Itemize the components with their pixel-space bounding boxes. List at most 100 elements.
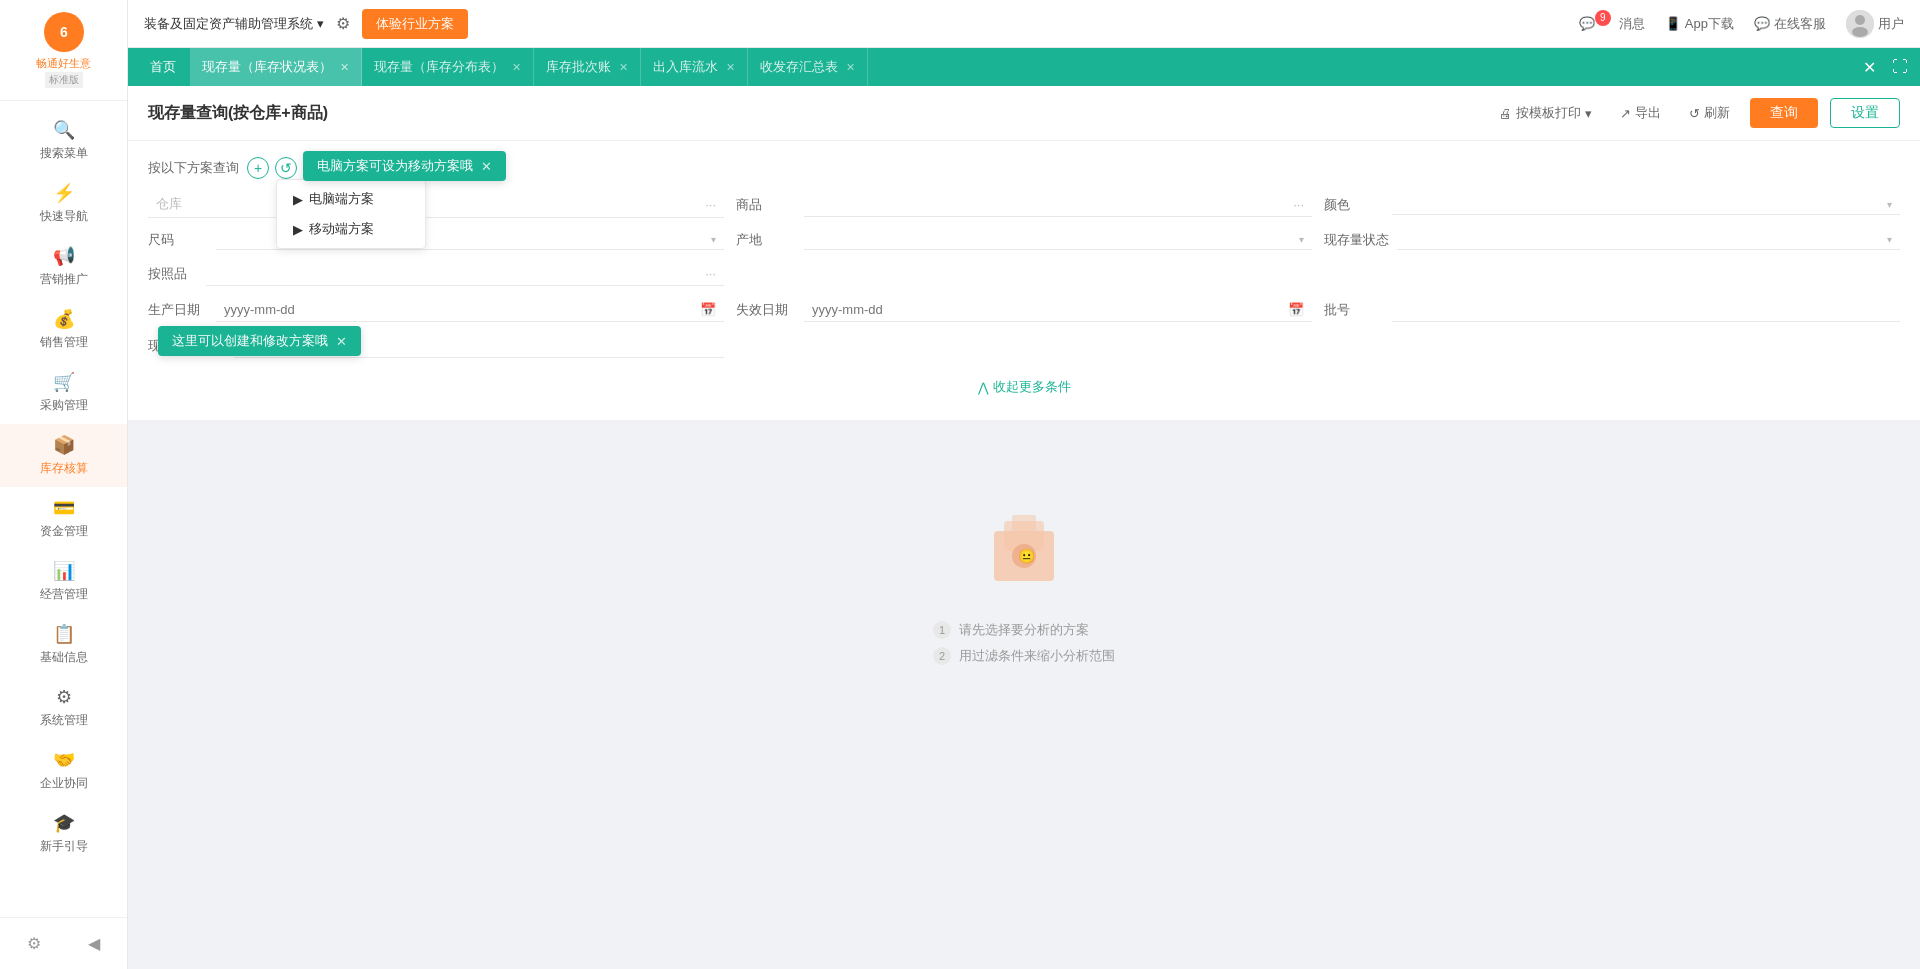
- filter-expiry-date: 失效日期 📅: [736, 298, 1312, 322]
- app-download-btn[interactable]: 📱 App下载: [1665, 15, 1734, 33]
- sidebar-item-enterprise[interactable]: 🤝 企业协同: [0, 739, 127, 802]
- empty-steps: 1 请先选择要分析的方案 2 用过滤条件来缩小分析范围: [933, 621, 1115, 665]
- scheme-expand-pc: ▶: [293, 192, 303, 207]
- batch-label: 批号: [1324, 301, 1384, 319]
- warehouse-select[interactable]: 仓库 ···: [148, 191, 724, 218]
- scheme-expand-mobile: ▶: [293, 222, 303, 237]
- sidebar-item-finance[interactable]: 💳 资金管理: [0, 487, 127, 550]
- expiry-date-calendar-icon[interactable]: 📅: [1288, 302, 1304, 317]
- messages-btn[interactable]: 💬 9 消息: [1579, 15, 1645, 33]
- message-label: 消息: [1619, 15, 1645, 33]
- refresh-icon: ↺: [1689, 106, 1700, 121]
- step-2-num: 2: [933, 647, 951, 665]
- scheme-tooltip-text: 电脑方案可设为移动方案哦: [317, 157, 473, 175]
- main-area: 装备及固定资产辅助管理系统 ▾ ⚙ 体验行业方案 💬 9 消息 📱 App下载 …: [128, 0, 1920, 969]
- scheme-tooltip2: 这里可以创建和修改方案哦 ✕: [158, 326, 361, 356]
- stock-max-input[interactable]: [331, 338, 716, 353]
- sidebar-item-guide[interactable]: 🎓 新手引导: [0, 802, 127, 865]
- sidebar-item-inventory-label: 库存核算: [40, 460, 88, 477]
- filter-add-btn[interactable]: +: [247, 157, 269, 179]
- sidebar-item-operation[interactable]: 📊 经营管理: [0, 550, 127, 613]
- sidebar-item-system[interactable]: ⚙ 系统管理: [0, 676, 127, 739]
- sidebar-item-purchase[interactable]: 🛒 采购管理: [0, 361, 127, 424]
- category-dots: ···: [705, 266, 716, 281]
- expiry-date-input[interactable]: [812, 302, 1284, 317]
- batch-input[interactable]: [1392, 298, 1900, 322]
- system-title-btn[interactable]: 装备及固定资产辅助管理系统 ▾: [144, 15, 324, 33]
- size-label: 尺码: [148, 231, 208, 249]
- tab-inventory-dist[interactable]: 现存量（库存分布表） ✕: [362, 48, 534, 86]
- top-bar-right: 💬 9 消息 📱 App下载 💬 在线客服 用户: [1579, 10, 1904, 38]
- sidebar-collapse-btn[interactable]: ◀: [84, 930, 104, 957]
- svg-rect-7: [1012, 515, 1036, 531]
- tab-collect-summary[interactable]: 收发存汇总表 ✕: [748, 48, 868, 86]
- support-icon: 💬: [1754, 16, 1770, 31]
- content: 现存量查询(按仓库+商品) 🖨 按模板打印 ▾ ↗ 导出 ↺ 刷新 查询 设置: [128, 86, 1920, 969]
- sidebar-item-purchase-label: 采购管理: [40, 397, 88, 414]
- prod-date-input[interactable]: [224, 302, 696, 317]
- tab-close-inout-flow[interactable]: ✕: [726, 61, 735, 74]
- collapse-bar[interactable]: ⋀ 收起更多条件: [148, 370, 1900, 404]
- scheme-item-pc[interactable]: ▶ 电脑端方案: [277, 184, 425, 214]
- category-select[interactable]: ···: [206, 262, 724, 286]
- reset-button[interactable]: 设置: [1830, 98, 1900, 128]
- operation-icon: 📊: [53, 560, 75, 582]
- sidebar-item-sales[interactable]: 💰 销售管理: [0, 298, 127, 361]
- filter-row5-empty1: [736, 334, 1312, 358]
- scheme-tooltip-close[interactable]: ✕: [481, 159, 492, 174]
- filter-refresh-btn[interactable]: ↺: [275, 157, 297, 179]
- tab-inout-flow[interactable]: 出入库流水 ✕: [641, 48, 748, 86]
- scheme-mobile-label: 移动端方案: [309, 220, 374, 238]
- export-btn[interactable]: ↗ 导出: [1612, 100, 1669, 126]
- svg-point-4: [1852, 27, 1868, 37]
- filter-area: 电脑方案可设为移动方案哦 ✕ 这里可以创建和修改方案哦 ✕ 按以下方案查询 + …: [128, 141, 1920, 421]
- sidebar-item-search-label: 搜索菜单: [40, 145, 88, 162]
- scheme-tooltip2-close[interactable]: ✕: [336, 334, 347, 349]
- expiry-date-input-wrap[interactable]: 📅: [804, 298, 1312, 322]
- tab-batch-account[interactable]: 库存批次账 ✕: [534, 48, 641, 86]
- tab-close-inventory-dist[interactable]: ✕: [512, 61, 521, 74]
- sidebar-item-search[interactable]: 🔍 搜索菜单: [0, 109, 127, 172]
- tab-close-inventory-status[interactable]: ✕: [340, 61, 349, 74]
- sidebar-item-finance-label: 资金管理: [40, 523, 88, 540]
- filter-row-3: 按照品 ···: [148, 262, 1900, 286]
- gear-btn[interactable]: ⚙: [336, 14, 350, 33]
- scheme-item-mobile[interactable]: ▶ 移动端方案: [277, 214, 425, 244]
- svg-point-3: [1855, 15, 1865, 25]
- color-select[interactable]: ▾: [1392, 195, 1900, 215]
- step-1-text: 请先选择要分析的方案: [959, 621, 1089, 639]
- support-btn[interactable]: 💬 在线客服: [1754, 15, 1826, 33]
- query-button[interactable]: 查询: [1750, 98, 1818, 128]
- prod-date-calendar-icon[interactable]: 📅: [700, 302, 716, 317]
- sidebar-item-inventory[interactable]: 📦 库存核算: [0, 424, 127, 487]
- sidebar-item-operation-label: 经营管理: [40, 586, 88, 603]
- product-select[interactable]: ···: [804, 193, 1312, 217]
- inventory-icon: 📦: [53, 434, 75, 456]
- page-header: 现存量查询(按仓库+商品) 🖨 按模板打印 ▾ ↗ 导出 ↺ 刷新 查询 设置: [128, 86, 1920, 141]
- origin-label: 产地: [736, 231, 796, 249]
- quicknav-icon: ⚡: [53, 182, 75, 204]
- sidebar-item-marketing[interactable]: 📢 营销推广: [0, 235, 127, 298]
- tab-close-collect-summary[interactable]: ✕: [846, 61, 855, 74]
- logo-area: 6 畅通好生意 标准版: [0, 0, 127, 101]
- tab-maximize-btn[interactable]: ⛶: [1888, 54, 1912, 80]
- filter-row-4: 生产日期 📅 失效日期 📅 批号: [148, 298, 1900, 322]
- guide-icon: 🎓: [53, 812, 75, 834]
- collapse-label: 收起更多条件: [993, 378, 1071, 396]
- refresh-btn[interactable]: ↺ 刷新: [1681, 100, 1738, 126]
- print-btn[interactable]: 🖨 按模板打印 ▾: [1491, 100, 1600, 126]
- stock-status-select[interactable]: ▾: [1397, 230, 1900, 250]
- tab-home[interactable]: 首页: [136, 58, 190, 76]
- prod-date-input-wrap[interactable]: 📅: [216, 298, 724, 322]
- tab-inventory-status[interactable]: 现存量（库存状况表） ✕: [190, 48, 362, 86]
- page-title: 现存量查询(按仓库+商品): [148, 103, 328, 124]
- sidebar-item-basic[interactable]: 📋 基础信息: [0, 613, 127, 676]
- trial-button[interactable]: 体验行业方案: [362, 9, 468, 39]
- dropdown-icon: ▾: [317, 16, 324, 31]
- sidebar-item-quicknav[interactable]: ⚡ 快速导航: [0, 172, 127, 235]
- tab-minimize-btn[interactable]: ✕: [1859, 54, 1880, 81]
- origin-select[interactable]: ▾: [804, 230, 1312, 250]
- user-btn[interactable]: 用户: [1846, 10, 1904, 38]
- sidebar-settings-btn[interactable]: ⚙: [23, 930, 45, 957]
- tab-close-batch-account[interactable]: ✕: [619, 61, 628, 74]
